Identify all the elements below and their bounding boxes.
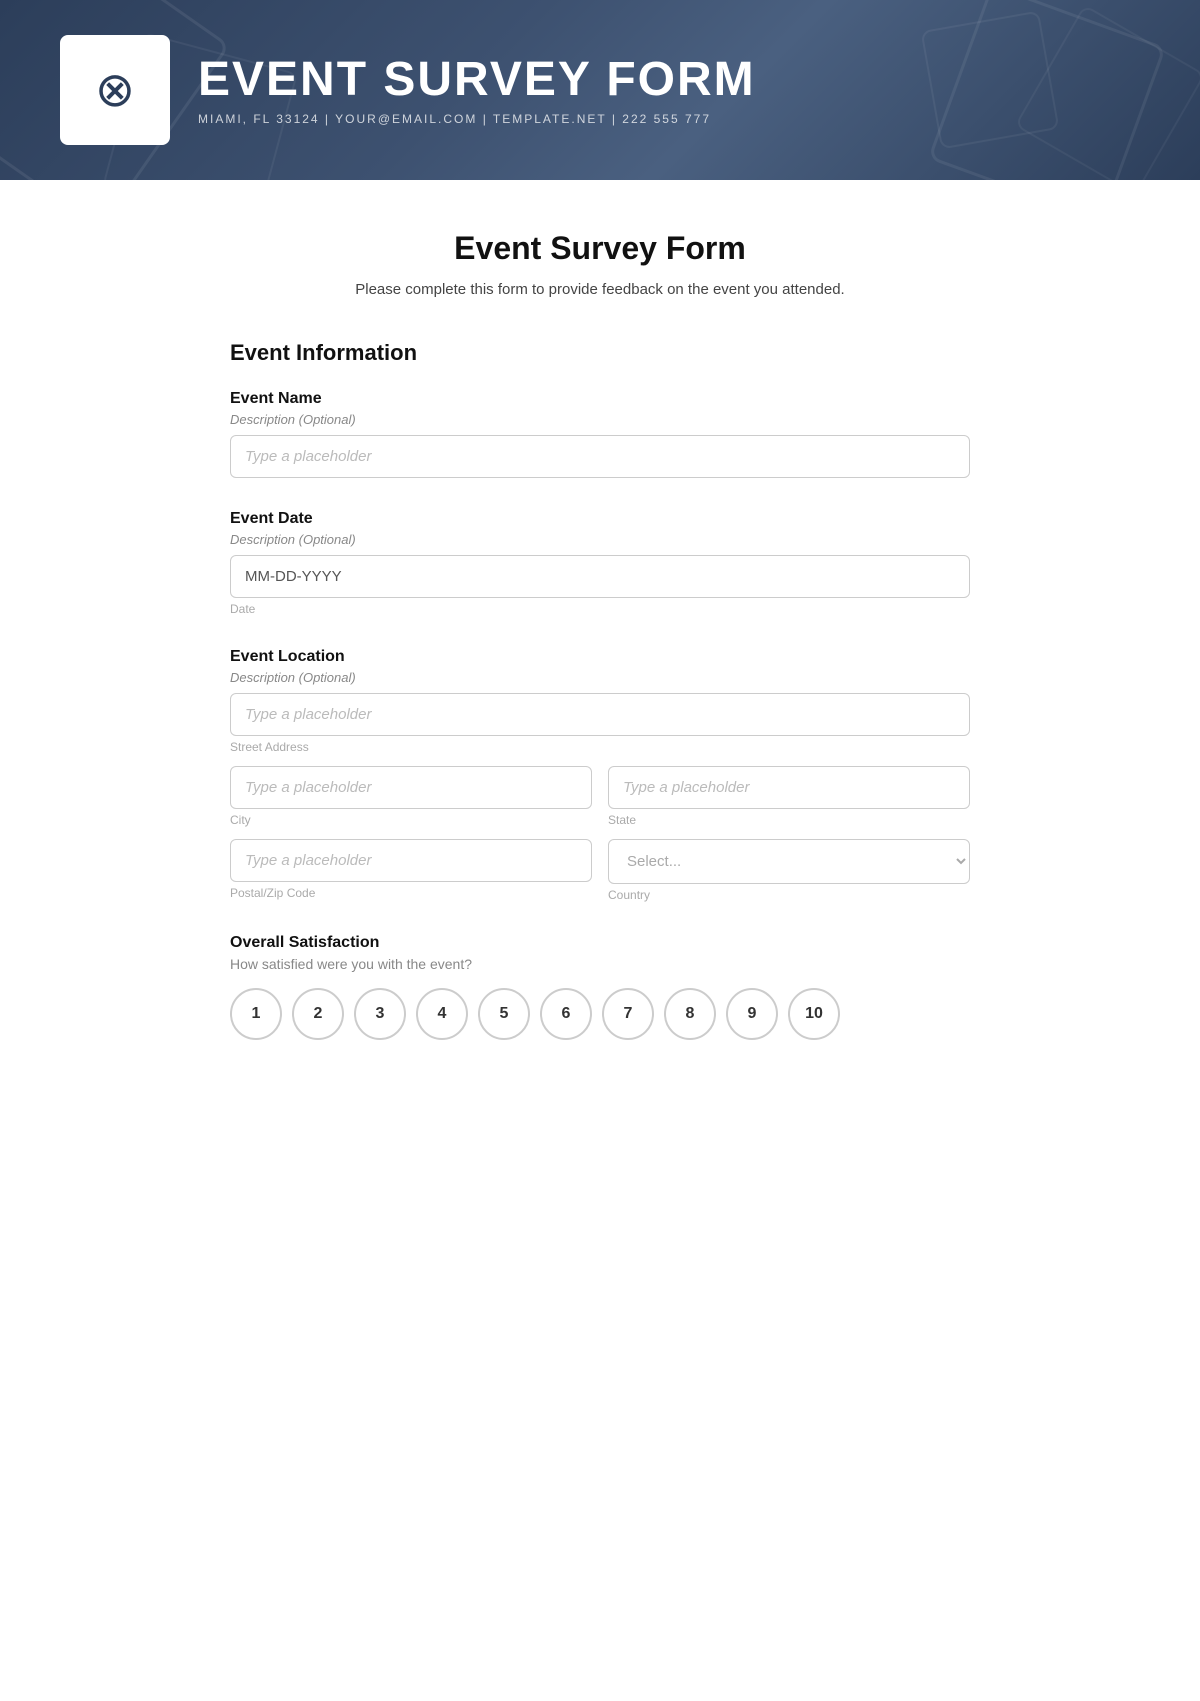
form-subtitle: Please complete this form to provide fee… <box>230 281 970 298</box>
event-location-desc: Description (Optional) <box>230 670 970 685</box>
state-input[interactable] <box>608 766 970 809</box>
header-subtitle: MIAMI, FL 33124 | YOUR@EMAIL.COM | TEMPL… <box>198 112 756 126</box>
header-text: EVENT SURVEY FORM MIAMI, FL 33124 | YOUR… <box>198 54 756 127</box>
header-decoration-2 <box>920 10 1059 149</box>
postal-hint: Postal/Zip Code <box>230 886 592 900</box>
country-hint: Country <box>608 888 970 902</box>
header-decoration-3 <box>1014 4 1200 180</box>
postal-input[interactable] <box>230 839 592 882</box>
postal-country-row: Postal/Zip Code Select... United States … <box>230 839 970 902</box>
rating-circle-10[interactable]: 10 <box>788 988 840 1040</box>
street-address-input[interactable] <box>230 693 970 736</box>
street-field: Street Address <box>230 693 970 754</box>
event-date-desc: Description (Optional) <box>230 532 970 547</box>
page-header: ⊗ EVENT SURVEY FORM MIAMI, FL 33124 | YO… <box>0 0 1200 180</box>
rating-circle-8[interactable]: 8 <box>664 988 716 1040</box>
state-field: State <box>608 766 970 827</box>
satisfaction-question: How satisfied were you with the event? <box>230 956 970 972</box>
logo-icon: ⊗ <box>95 62 135 118</box>
rating-circle-6[interactable]: 6 <box>540 988 592 1040</box>
city-field: City <box>230 766 592 827</box>
rating-circle-1[interactable]: 1 <box>230 988 282 1040</box>
street-hint: Street Address <box>230 740 970 754</box>
country-field: Select... United States United Kingdom C… <box>608 839 970 902</box>
country-select[interactable]: Select... United States United Kingdom C… <box>608 839 970 884</box>
postal-field: Postal/Zip Code <box>230 839 592 902</box>
event-name-label: Event Name <box>230 390 970 408</box>
form-title: Event Survey Form <box>230 230 970 267</box>
rating-circles-container: 12345678910 <box>230 988 970 1040</box>
event-name-desc: Description (Optional) <box>230 412 970 427</box>
logo-box: ⊗ <box>60 35 170 145</box>
event-name-field-group: Event Name Description (Optional) <box>230 390 970 478</box>
section-event-info-title: Event Information <box>230 340 970 366</box>
rating-circle-9[interactable]: 9 <box>726 988 778 1040</box>
city-hint: City <box>230 813 592 827</box>
event-date-label: Event Date <box>230 510 970 528</box>
rating-circle-3[interactable]: 3 <box>354 988 406 1040</box>
rating-circle-2[interactable]: 2 <box>292 988 344 1040</box>
event-location-field-group: Event Location Description (Optional) St… <box>230 648 970 902</box>
rating-circle-7[interactable]: 7 <box>602 988 654 1040</box>
event-date-field-group: Event Date Description (Optional) Date <box>230 510 970 616</box>
rating-circle-4[interactable]: 4 <box>416 988 468 1040</box>
satisfaction-field-group: Overall Satisfaction How satisfied were … <box>230 934 970 1040</box>
city-state-row: City State <box>230 766 970 827</box>
main-content: Event Survey Form Please complete this f… <box>150 180 1050 1132</box>
event-name-input[interactable] <box>230 435 970 478</box>
city-input[interactable] <box>230 766 592 809</box>
event-date-hint: Date <box>230 602 970 616</box>
state-hint: State <box>608 813 970 827</box>
rating-circle-5[interactable]: 5 <box>478 988 530 1040</box>
satisfaction-label: Overall Satisfaction <box>230 934 970 952</box>
header-title: EVENT SURVEY FORM <box>198 54 756 107</box>
event-location-label: Event Location <box>230 648 970 666</box>
event-date-input[interactable] <box>230 555 970 598</box>
